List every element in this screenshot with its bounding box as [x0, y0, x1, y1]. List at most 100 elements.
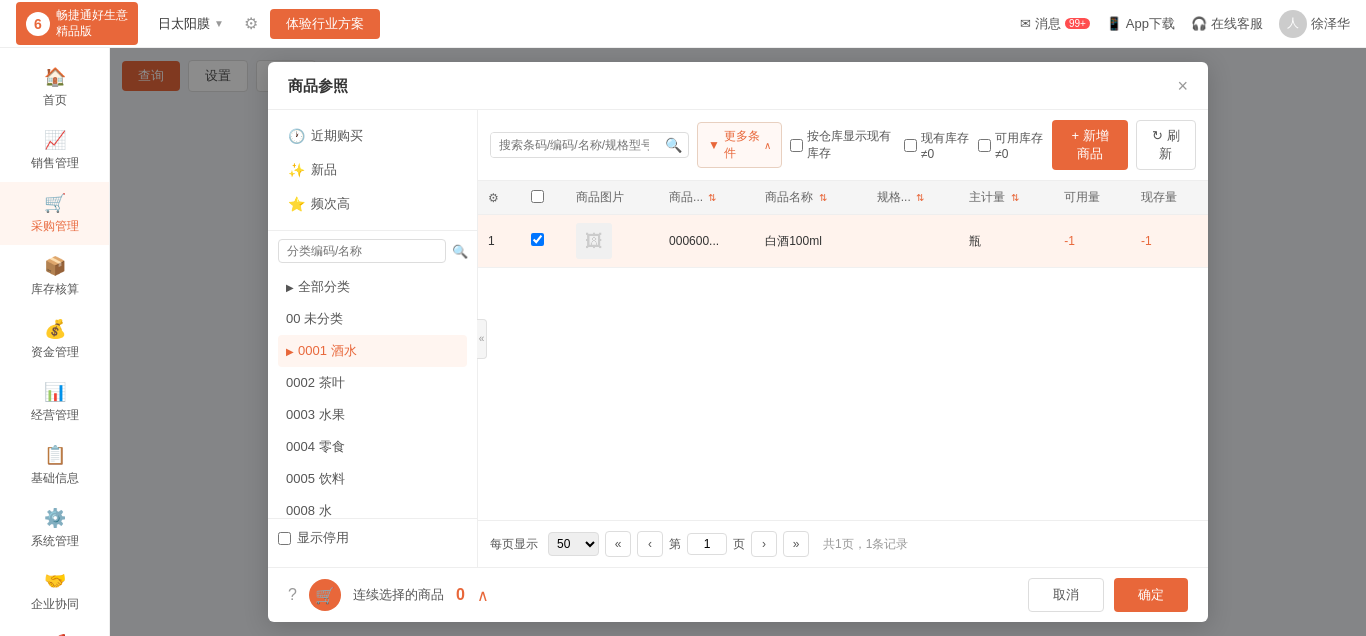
top-nav: 6 畅捷通好生意 精品版 日太阳膜 ▼ ⚙ 体验行业方案 ✉ 消息 99+ 📱 …: [0, 0, 1366, 48]
online-service-btn[interactable]: 🎧 在线客服: [1191, 15, 1263, 33]
refresh-table-btn[interactable]: ↻ 刷新: [1136, 120, 1196, 170]
sidebar-item-base-info[interactable]: 📋 基础信息: [0, 434, 109, 497]
app-download-btn[interactable]: 📱 App下载: [1106, 15, 1175, 33]
sidebar-item-purchase[interactable]: 🛒 采购管理: [0, 182, 109, 245]
category-all[interactable]: ▶ 全部分类: [278, 271, 467, 303]
col-product-code[interactable]: 商品... ⇅: [659, 181, 755, 215]
message-icon: ✉: [1020, 16, 1031, 31]
clock-icon: 🕐: [288, 128, 305, 144]
cell-available: -1: [1054, 215, 1131, 268]
logo-text: 畅捷通好生意 精品版: [56, 8, 128, 39]
trial-btn[interactable]: 体验行业方案: [270, 9, 380, 39]
category-beverages[interactable]: 0005 饮料: [278, 463, 467, 495]
store-selector[interactable]: 日太阳膜 ▼: [150, 11, 232, 37]
col-current: 现存量: [1131, 181, 1208, 215]
cart-toggle-icon[interactable]: ∧: [477, 586, 489, 605]
product-search-input[interactable]: [491, 133, 657, 157]
category-search-icon[interactable]: 🔍: [452, 244, 468, 259]
show-disabled-checkbox[interactable]: [278, 532, 291, 545]
sort-icon: ⇅: [708, 192, 716, 203]
help-icon[interactable]: ?: [288, 586, 297, 604]
next-page-btn[interactable]: ›: [751, 531, 777, 557]
warehouse-checkbox-label[interactable]: 按仓库显示现有库存: [807, 128, 896, 162]
product-search-icon[interactable]: 🔍: [657, 137, 689, 153]
left-footer: 显示停用: [268, 518, 477, 557]
col-checkbox: [521, 181, 566, 215]
category-water[interactable]: 0008 水: [278, 495, 467, 518]
category-liquor[interactable]: ▶ 0001 酒水: [278, 335, 467, 367]
col-settings[interactable]: ⚙: [478, 181, 521, 215]
pagination: 每页显示 50 10 20 100 « ‹ 第 页: [478, 520, 1208, 567]
modal-overlay: 商品参照 × 🕐 近期购买 ✨ 新: [110, 48, 1366, 636]
warehouse-checkbox-item: 按仓库显示现有库存: [790, 128, 896, 162]
sort-unit-icon: ⇅: [1011, 192, 1019, 203]
warehouse-checkbox[interactable]: [790, 139, 803, 152]
category-snacks[interactable]: 0004 零食: [278, 431, 467, 463]
category-search-input[interactable]: [278, 239, 446, 263]
table-row[interactable]: 1 🖼 000600... 白酒100ml: [478, 215, 1208, 268]
cell-spec: [867, 215, 959, 268]
available-nonzero-checkbox[interactable]: [978, 139, 991, 152]
headset-icon: 🎧: [1191, 16, 1207, 31]
sidebar-item-operations[interactable]: 📊 经营管理: [0, 371, 109, 434]
cart-icon[interactable]: 🛒: [309, 579, 341, 611]
image-icon: 🖼: [585, 231, 603, 252]
messages-btn[interactable]: ✉ 消息 99+: [1020, 15, 1090, 33]
page-number-input[interactable]: [687, 533, 727, 555]
left-panel-collapse-btn[interactable]: «: [477, 319, 487, 359]
confirm-btn[interactable]: 确定: [1114, 578, 1188, 612]
left-panel-tabs: 🕐 近期购买 ✨ 新品 ⭐ 频次高: [268, 120, 477, 220]
product-search-box: 🔍: [490, 132, 689, 158]
sidebar-item-system[interactable]: ⚙️ 系统管理: [0, 497, 109, 560]
cancel-btn[interactable]: 取消: [1028, 578, 1104, 612]
tab-recent-purchase[interactable]: 🕐 近期购买: [278, 120, 467, 152]
row-checkbox[interactable]: [531, 233, 544, 246]
category-fruit[interactable]: 0003 水果: [278, 399, 467, 431]
product-reference-modal: 商品参照 × 🕐 近期购买 ✨ 新: [268, 62, 1208, 622]
settings-icon[interactable]: ⚙: [244, 14, 258, 33]
modal-header: 商品参照 ×: [268, 62, 1208, 110]
available-nonzero-checkbox-item: 可用库存≠0: [978, 130, 1044, 161]
modal-close-btn[interactable]: ×: [1177, 76, 1188, 97]
sidebar: 🏠 首页 📈 销售管理 🛒 采购管理 📦 库存核算 💰 资金管理 📊 经营管理 …: [0, 48, 110, 636]
category-arrow-icon: ▶: [286, 282, 294, 293]
sidebar-item-enterprise[interactable]: 🤝 企业协同: [0, 560, 109, 623]
select-all-checkbox[interactable]: [531, 190, 544, 203]
logo-icon: 6: [26, 12, 50, 36]
per-page-select[interactable]: 50 10 20 100: [548, 532, 599, 556]
category-tea[interactable]: 0002 茶叶: [278, 367, 467, 399]
prev-page-btn[interactable]: ‹: [637, 531, 663, 557]
per-page-label: 每页显示: [490, 536, 538, 553]
sidebar-item-inventory[interactable]: 📦 库存核算: [0, 245, 109, 308]
col-product-name[interactable]: 商品名称 ⇅: [755, 181, 867, 215]
page-label: 第: [669, 536, 681, 553]
left-panel: 🕐 近期购买 ✨ 新品 ⭐ 频次高: [268, 110, 478, 567]
stock-nonzero-label[interactable]: 现有库存≠0: [921, 130, 970, 161]
col-available: 可用量: [1054, 181, 1131, 215]
avatar: 人: [1279, 10, 1307, 38]
sidebar-item-sales[interactable]: 📈 销售管理: [0, 119, 109, 182]
nav-right: ✉ 消息 99+ 📱 App下载 🎧 在线客服 人 徐泽华: [1020, 10, 1350, 38]
col-spec[interactable]: 规格... ⇅: [867, 181, 959, 215]
sidebar-item-finance[interactable]: 💰 资金管理: [0, 308, 109, 371]
home-icon: 🏠: [44, 66, 66, 88]
page-label2: 页: [733, 536, 745, 553]
footer-actions: 取消 确定: [1028, 578, 1188, 612]
add-product-btn[interactable]: + 新增商品: [1052, 120, 1127, 170]
last-page-btn[interactable]: »: [783, 531, 809, 557]
product-table-area: ⚙ 商品图片 商品... ⇅ 商品名称 ⇅ 规格... ⇅ 主计量 ⇅ 可用量: [478, 181, 1208, 520]
tab-high-freq[interactable]: ⭐ 频次高: [278, 188, 467, 220]
stock-nonzero-checkbox[interactable]: [904, 139, 917, 152]
col-unit[interactable]: 主计量 ⇅: [959, 181, 1054, 215]
category-uncategorized[interactable]: 00 未分类: [278, 303, 467, 335]
cell-current: -1: [1131, 215, 1208, 268]
first-page-btn[interactable]: «: [605, 531, 631, 557]
tab-new-products[interactable]: ✨ 新品: [278, 154, 467, 186]
sidebar-item-guide[interactable]: 🚀 新手引导: [0, 623, 109, 636]
sidebar-item-home[interactable]: 🏠 首页: [0, 56, 109, 119]
available-nonzero-label[interactable]: 可用库存≠0: [995, 130, 1044, 161]
right-toolbar: 🔍 ▼ 更多条件 ∧ 按仓库显示现有库存: [478, 110, 1208, 181]
show-disabled-label[interactable]: 显示停用: [297, 529, 349, 547]
user-area[interactable]: 人 徐泽华: [1279, 10, 1350, 38]
more-filter-btn[interactable]: ▼ 更多条件 ∧: [697, 122, 782, 168]
